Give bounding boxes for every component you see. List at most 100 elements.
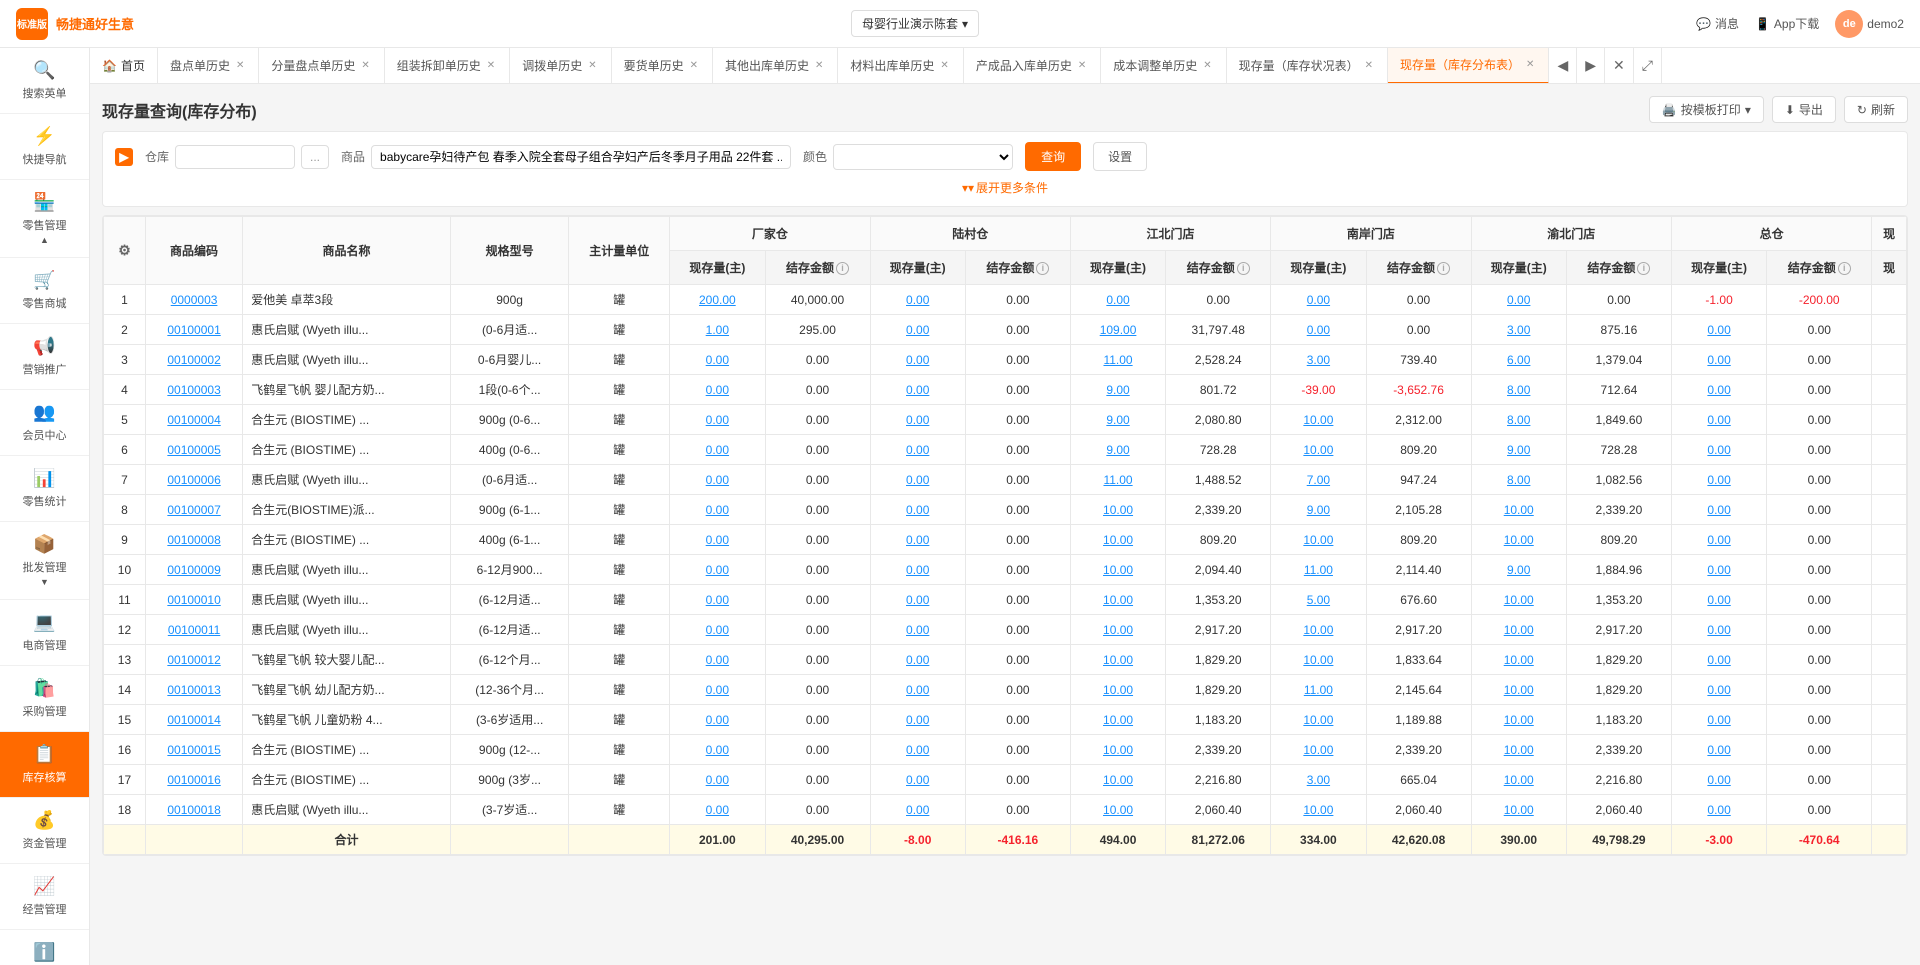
cell-link[interactable]: 10.00 <box>1504 743 1534 757</box>
setting-btn[interactable]: 设置 <box>1093 142 1147 171</box>
code-link[interactable]: 00100011 <box>168 623 221 637</box>
cell-link[interactable]: 0.00 <box>706 353 729 367</box>
cell-link[interactable]: 10.00 <box>1504 593 1534 607</box>
cell-link[interactable]: 0.00 <box>1707 413 1730 427</box>
tab-transfer[interactable]: 调拨单历史 ✕ <box>510 48 611 84</box>
cell-link[interactable]: 0.00 <box>906 413 929 427</box>
cell-link[interactable]: 0.00 <box>1707 533 1730 547</box>
cell-link[interactable]: 200.00 <box>699 293 736 307</box>
info-icon[interactable]: i <box>1637 262 1650 275</box>
cell-link[interactable]: 11.00 <box>1103 473 1132 487</box>
cell-link[interactable]: 0.00 <box>906 533 929 547</box>
info-icon[interactable]: i <box>1437 262 1450 275</box>
sidebar-item-purchase[interactable]: 🛍️ 采购管理 <box>0 666 89 732</box>
tab-close-all-btn[interactable]: ✕ <box>1605 48 1634 84</box>
code-link[interactable]: 00100003 <box>167 383 220 397</box>
tab-prev-btn[interactable]: ◀ <box>1549 48 1577 84</box>
close-icon[interactable]: ✕ <box>938 60 950 71</box>
cell-link[interactable]: 0.00 <box>906 563 929 577</box>
cell-link[interactable]: 3.00 <box>1307 353 1330 367</box>
cell-link[interactable]: 0.00 <box>706 803 729 817</box>
cell-link[interactable]: 9.00 <box>1507 443 1530 457</box>
cell-link[interactable]: 0.00 <box>1106 293 1129 307</box>
warehouse-input[interactable] <box>175 145 295 169</box>
code-link[interactable]: 00100009 <box>167 563 220 577</box>
code-link[interactable]: 00100006 <box>167 473 220 487</box>
cell-link[interactable]: 0.00 <box>1707 623 1730 637</box>
cell-link[interactable]: 0.00 <box>906 593 929 607</box>
table-scroll[interactable]: ⚙ 商品编码 商品名称 规格型号 主计量单位 厂家仓 陆村仓 江北门店 南岸门店… <box>103 216 1907 855</box>
cell-link[interactable]: 10.00 <box>1303 623 1333 637</box>
cell-link[interactable]: 10.00 <box>1103 593 1133 607</box>
tab-stock-status[interactable]: 现存量（库存状况表） ✕ <box>1227 48 1388 84</box>
cell-link[interactable]: 0.00 <box>1707 473 1730 487</box>
color-select[interactable] <box>833 144 1013 170</box>
cell-link[interactable]: 10.00 <box>1303 533 1333 547</box>
cell-link[interactable]: 9.00 <box>1106 443 1129 457</box>
cell-link[interactable]: 0.00 <box>1707 683 1730 697</box>
cell-link[interactable]: 0.00 <box>706 593 729 607</box>
cell-link[interactable]: 0.00 <box>906 683 929 697</box>
code-link[interactable]: 00100005 <box>167 443 220 457</box>
close-icon[interactable]: ✕ <box>485 60 497 71</box>
cell-link[interactable]: 8.00 <box>1507 413 1530 427</box>
cell-link[interactable]: 10.00 <box>1103 773 1133 787</box>
tab-home[interactable]: 🏠 首页 <box>90 48 158 84</box>
cell-link[interactable]: 0.00 <box>1707 713 1730 727</box>
close-icon[interactable]: ✕ <box>1524 59 1536 70</box>
cell-link[interactable]: 10.00 <box>1103 563 1133 577</box>
cell-link[interactable]: 3.00 <box>1307 773 1330 787</box>
cell-link[interactable]: 10.00 <box>1504 683 1534 697</box>
company-selector[interactable]: 母婴行业演示陈套 ▾ <box>851 10 979 37</box>
cell-link[interactable]: 11.00 <box>1304 683 1333 697</box>
cell-link[interactable]: 8.00 <box>1507 473 1530 487</box>
cell-link[interactable]: 0.00 <box>706 563 729 577</box>
cell-link[interactable]: 0.00 <box>706 623 729 637</box>
cell-link[interactable]: 0.00 <box>906 443 929 457</box>
cell-link[interactable]: 10.00 <box>1103 653 1133 667</box>
tab-requisition[interactable]: 要货单历史 ✕ <box>612 48 713 84</box>
sidebar-item-ecommerce[interactable]: 💻 电商管理 <box>0 600 89 666</box>
cell-link[interactable]: 9.00 <box>1106 413 1129 427</box>
cell-link[interactable]: 0.00 <box>1707 653 1730 667</box>
cell-link[interactable]: 0.00 <box>706 413 729 427</box>
app-download-btn[interactable]: 📱 App下载 <box>1755 15 1819 32</box>
cell-link[interactable]: 9.00 <box>1307 503 1330 517</box>
query-btn[interactable]: 查询 <box>1025 142 1081 171</box>
warehouse-ellipsis[interactable]: ... <box>301 145 329 169</box>
cell-link[interactable]: 0.00 <box>706 383 729 397</box>
code-link[interactable]: 00100015 <box>167 743 220 757</box>
sidebar-item-operations[interactable]: 📈 经营管理 <box>0 864 89 930</box>
sidebar-item-retail-stats[interactable]: 📊 零售统计 <box>0 456 89 522</box>
cell-link[interactable]: 0.00 <box>906 323 929 337</box>
cell-link[interactable]: 0.00 <box>906 473 929 487</box>
cell-link[interactable]: 0.00 <box>706 683 729 697</box>
close-icon[interactable]: ✕ <box>813 60 825 71</box>
code-link[interactable]: 00100018 <box>167 803 220 817</box>
close-icon[interactable]: ✕ <box>586 60 598 71</box>
cell-link[interactable]: 10.00 <box>1504 623 1534 637</box>
code-link[interactable]: 00100007 <box>167 503 220 517</box>
cell-link[interactable]: 11.00 <box>1304 563 1333 577</box>
cell-link[interactable]: 9.00 <box>1507 563 1530 577</box>
close-icon[interactable]: ✕ <box>1201 60 1213 71</box>
cell-link[interactable]: 0.00 <box>1707 503 1730 517</box>
cell-link[interactable]: 0.00 <box>706 743 729 757</box>
info-icon[interactable]: i <box>836 262 849 275</box>
cell-link[interactable]: 10.00 <box>1103 683 1133 697</box>
cell-link[interactable]: 10.00 <box>1303 713 1333 727</box>
cell-link[interactable]: 10.00 <box>1303 803 1333 817</box>
cell-link[interactable]: 10.00 <box>1103 503 1133 517</box>
user-profile-btn[interactable]: de demo2 <box>1835 10 1904 38</box>
cell-link[interactable]: 10.00 <box>1103 713 1133 727</box>
cell-link[interactable]: 0.00 <box>706 533 729 547</box>
expand-more-btn[interactable]: ▾▾ 展开更多条件 <box>962 179 1048 196</box>
tab-product-in[interactable]: 产成品入库单历史 ✕ <box>964 48 1101 84</box>
sidebar-item-search[interactable]: 🔍 搜索英单 <box>0 48 89 114</box>
cell-link[interactable]: 0.00 <box>1707 323 1730 337</box>
code-link[interactable]: 00100012 <box>167 653 220 667</box>
tab-inventory-single[interactable]: 盘点单历史 ✕ <box>158 48 259 84</box>
cell-link[interactable]: 0.00 <box>1707 743 1730 757</box>
cell-link[interactable]: 0.00 <box>906 293 929 307</box>
cell-link[interactable]: 5.00 <box>1307 593 1330 607</box>
